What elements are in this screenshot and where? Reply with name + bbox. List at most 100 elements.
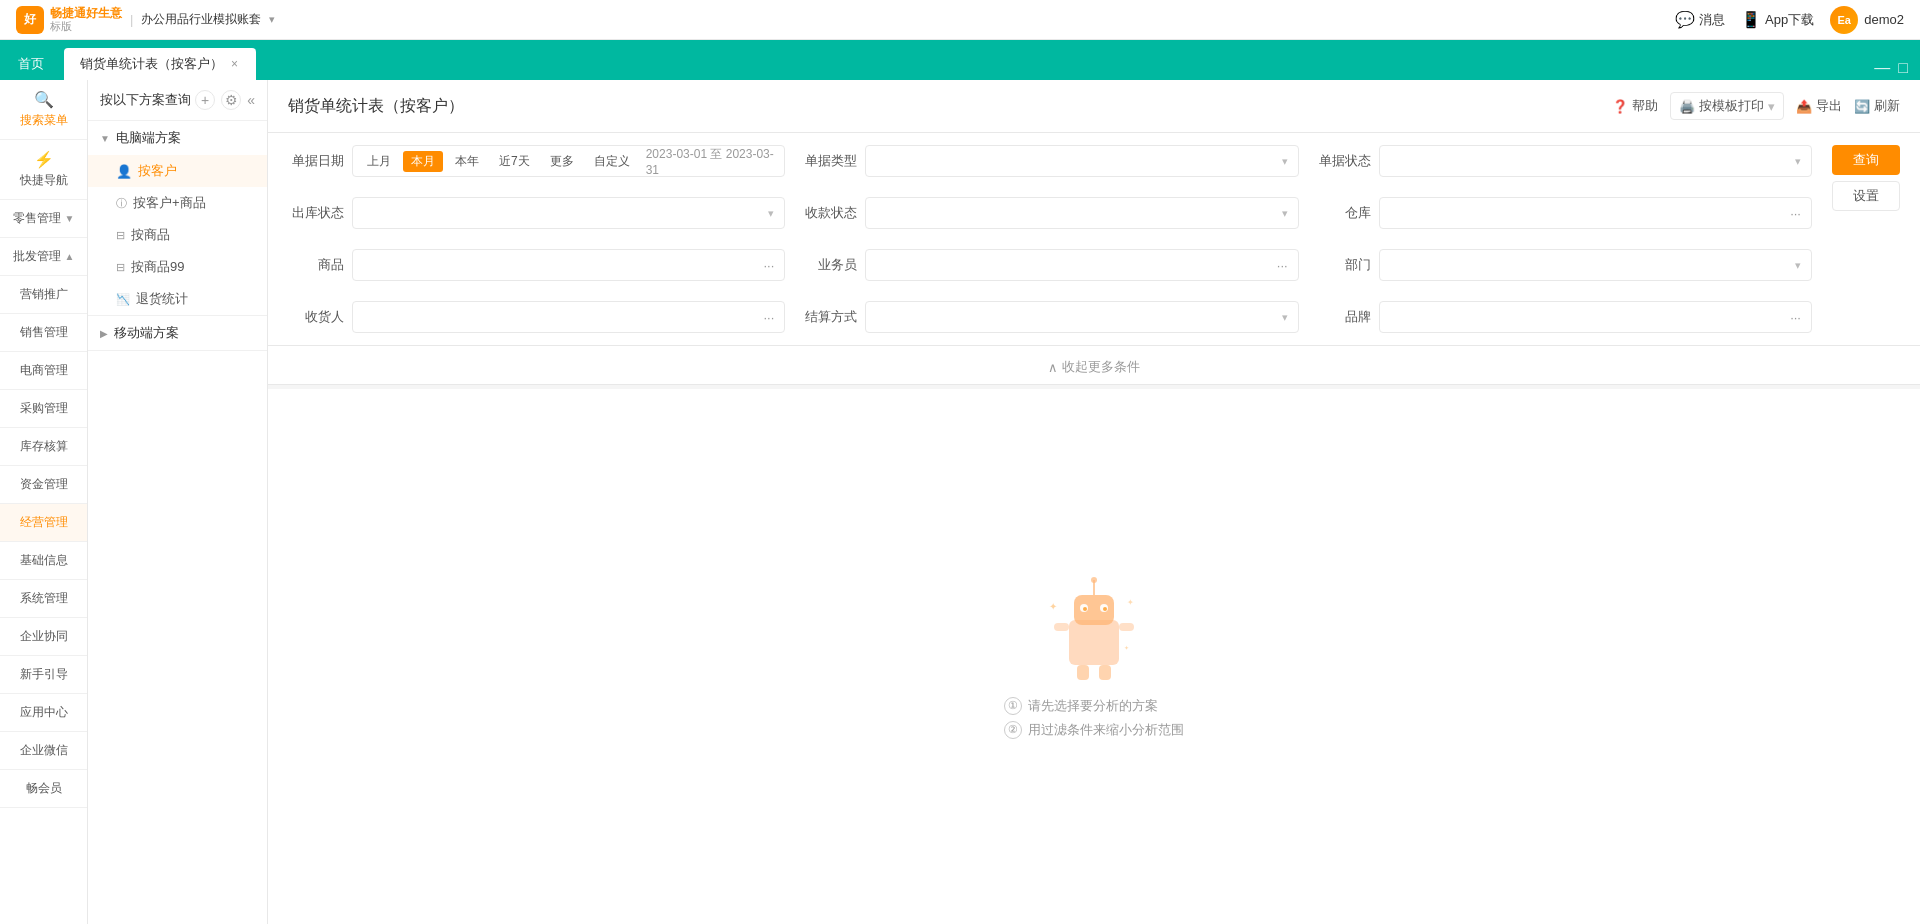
goods-input[interactable]: ··· [352, 249, 785, 281]
print-label: 按模板打印 [1699, 97, 1764, 115]
message-action[interactable]: 💬 消息 [1675, 10, 1725, 29]
receipt-status-label: 收款状态 [801, 204, 857, 222]
settings-button[interactable]: 设置 [1832, 181, 1900, 211]
help-icon: ❓ [1612, 99, 1628, 114]
doc-status-arrow: ▾ [1795, 155, 1801, 168]
salesperson-input[interactable]: ··· [865, 249, 1298, 281]
brand-input[interactable]: ··· [1379, 301, 1812, 333]
user-area[interactable]: Ea demo2 [1830, 6, 1904, 34]
scheme-group-desktop-header[interactable]: ▼ 电脑端方案 [88, 121, 267, 155]
date-btn-last-month[interactable]: 上月 [359, 151, 399, 172]
user-name: demo2 [1864, 12, 1904, 27]
goods-dots[interactable]: ··· [763, 258, 774, 273]
scheme-item-by-goods-99[interactable]: ⊟ 按商品99 [88, 251, 267, 283]
sidebar-item-retail-mgmt[interactable]: 零售管理 ▼ [0, 200, 87, 238]
sidebar-item-new-guide[interactable]: 新手引导 [0, 656, 87, 694]
out-status-select[interactable]: ▾ [352, 197, 785, 229]
print-action[interactable]: 🖨️ 按模板打印 ▾ [1670, 92, 1784, 120]
scheme-item-by-customer-goods[interactable]: ⓘ 按客户+商品 [88, 187, 267, 219]
scheme-item-by-customer[interactable]: 👤 按客户 [88, 155, 267, 187]
sidebar-item-system-mgmt[interactable]: 系统管理 [0, 580, 87, 618]
warehouse-input[interactable]: ··· [1379, 197, 1812, 229]
sidebar: 🔍 搜索菜单 ⚡ 快捷导航 零售管理 ▼ 批发管理 ▲ 营销推广 销售管理 电商… [0, 80, 88, 924]
scheme-settings-btn[interactable]: ⚙ [221, 90, 241, 110]
tab-sales-report-label: 销货单统计表（按客户） [80, 55, 223, 73]
sidebar-item-capital-mgmt[interactable]: 资金管理 [0, 466, 87, 504]
doc-status-select[interactable]: ▾ [1379, 145, 1812, 177]
scheme-group-mobile-header[interactable]: ▶ 移动端方案 [88, 316, 267, 350]
tab-home[interactable]: 首页 [2, 48, 60, 80]
warehouse-label: 仓库 [1315, 204, 1371, 222]
sidebar-item-operations-mgmt[interactable]: 经营管理 [0, 504, 87, 542]
scheme-item-return-stats[interactable]: 📉 退货统计 [88, 283, 267, 315]
sidebar-item-purchase-mgmt[interactable]: 采购管理 [0, 390, 87, 428]
breadcrumb-arrow[interactable]: ▾ [269, 13, 275, 26]
sidebar-item-enterprise-agreement[interactable]: 企业协同 [0, 618, 87, 656]
department-select[interactable]: ▾ [1379, 249, 1812, 281]
sidebar-item-marketing[interactable]: 营销推广 [0, 276, 87, 314]
svg-rect-9 [1119, 623, 1134, 631]
tab-sales-report[interactable]: 销货单统计表（按客户） × [64, 48, 256, 80]
tab-minimize-btn[interactable]: — [1874, 60, 1890, 76]
sidebar-item-basic-info[interactable]: 基础信息 [0, 542, 87, 580]
filter-item-recipient: 收货人 ··· [288, 301, 785, 333]
date-btn-last-7-days[interactable]: 近7天 [491, 151, 538, 172]
scheme-item-by-goods[interactable]: ⊟ 按商品 [88, 219, 267, 251]
sidebar-item-enterprise-wechat[interactable]: 企业微信 [0, 732, 87, 770]
breadcrumb[interactable]: 办公用品行业模拟账套 [141, 11, 261, 28]
sidebar-item-inventory-audit[interactable]: 库存核算 [0, 428, 87, 466]
scheme-panel-title: 按以下方案查询 [100, 91, 191, 109]
quick-nav-icon: ⚡ [34, 150, 54, 169]
refresh-label: 刷新 [1874, 97, 1900, 115]
operations-mgmt-label: 经营管理 [20, 514, 68, 531]
scheme-collapse-btn[interactable]: « [247, 92, 255, 108]
empty-state-hints: ① 请先选择要分析的方案 ② 用过滤条件来缩小分析范围 [1004, 697, 1184, 739]
collapse-label: 收起更多条件 [1062, 358, 1140, 376]
filter-row-1: 单据日期 上月 本月 本年 近7天 更多 自定义 2023-03-01 至 20… [288, 145, 1812, 177]
page-title: 销货单统计表（按客户） [288, 96, 464, 129]
by-customer-icon: 👤 [116, 164, 132, 179]
sidebar-item-search-menu[interactable]: 🔍 搜索菜单 [0, 80, 87, 140]
refresh-action[interactable]: 🔄 刷新 [1854, 97, 1900, 115]
date-btn-more[interactable]: 更多 [542, 151, 582, 172]
sidebar-item-wholesale-mgmt[interactable]: 批发管理 ▲ [0, 238, 87, 276]
salesperson-dots[interactable]: ··· [1277, 258, 1288, 273]
recipient-dots[interactable]: ··· [763, 310, 774, 325]
print-arrow: ▾ [1768, 99, 1775, 114]
sidebar-item-ecommerce-mgmt[interactable]: 电商管理 [0, 352, 87, 390]
doc-type-select[interactable]: ▾ [865, 145, 1298, 177]
brand-dots[interactable]: ··· [1790, 310, 1801, 325]
filter-row-2: 出库状态 ▾ 收款状态 ▾ [288, 197, 1812, 229]
help-action[interactable]: ❓ 帮助 [1612, 97, 1658, 115]
export-action[interactable]: 📤 导出 [1796, 97, 1842, 115]
sidebar-item-quick-nav[interactable]: ⚡ 快捷导航 [0, 140, 87, 200]
tab-maximize-btn[interactable]: □ [1898, 60, 1908, 76]
desktop-group-arrow: ▼ [100, 133, 110, 144]
hint-number-2: ② [1004, 721, 1022, 739]
settlement-select[interactable]: ▾ [865, 301, 1298, 333]
svg-text:✦: ✦ [1124, 645, 1129, 651]
svg-point-4 [1083, 607, 1087, 611]
empty-hint-2: ② 用过滤条件来缩小分析范围 [1004, 721, 1184, 739]
sidebar-item-sales-mgmt[interactable]: 销售管理 [0, 314, 87, 352]
sidebar-item-member[interactable]: 畅会员 [0, 770, 87, 808]
by-goods-label: 按商品 [131, 226, 170, 244]
date-btn-custom[interactable]: 自定义 [586, 151, 638, 172]
query-button[interactable]: 查询 [1832, 145, 1900, 175]
recipient-input[interactable]: ··· [352, 301, 785, 333]
filter-item-salesperson: 业务员 ··· [801, 249, 1298, 281]
app-download-action[interactable]: 📱 App下载 [1741, 10, 1814, 29]
tab-close-icon[interactable]: × [229, 57, 240, 71]
sidebar-item-app-center[interactable]: 应用中心 [0, 694, 87, 732]
scheme-add-btn[interactable]: + [195, 90, 215, 110]
collapse-button[interactable]: ∧ 收起更多条件 [1036, 354, 1152, 380]
basic-info-label: 基础信息 [20, 552, 68, 569]
warehouse-dots[interactable]: ··· [1790, 206, 1801, 221]
date-btn-this-month[interactable]: 本月 [403, 151, 443, 172]
receipt-status-select[interactable]: ▾ [865, 197, 1298, 229]
recipient-label: 收货人 [288, 308, 344, 326]
retail-mgmt-label: 零售管理 [13, 210, 61, 227]
date-btn-this-year[interactable]: 本年 [447, 151, 487, 172]
tab-home-label: 首页 [18, 55, 44, 73]
main-layout: 🔍 搜索菜单 ⚡ 快捷导航 零售管理 ▼ 批发管理 ▲ 营销推广 销售管理 电商… [0, 80, 1920, 924]
